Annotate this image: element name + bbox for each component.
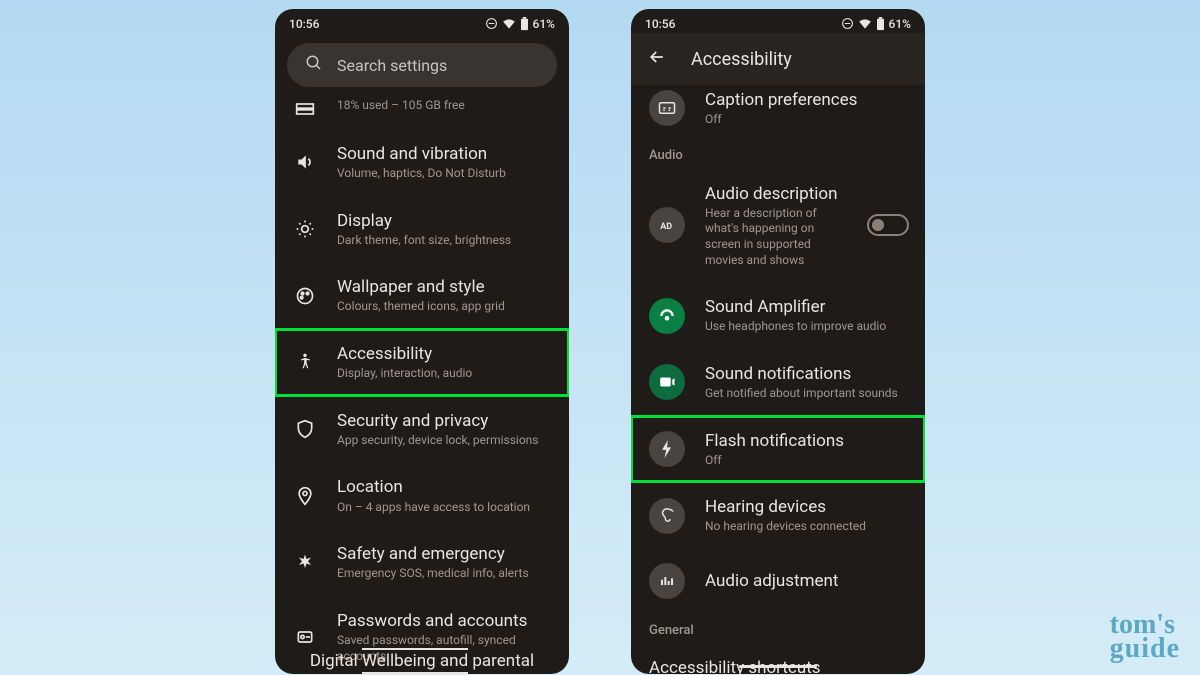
audio-description-icon: AD	[649, 207, 685, 243]
sound-amplifier-icon	[649, 298, 685, 334]
setting-item-display[interactable]: Display Dark theme, font size, brightnes…	[275, 196, 569, 263]
search-settings[interactable]: Search settings	[287, 43, 557, 87]
setting-title: Location	[337, 476, 553, 498]
setting-item-flash-notifications[interactable]: Flash notifications Off	[631, 416, 925, 483]
setting-item-hearing-devices[interactable]: Hearing devices No hearing devices conne…	[631, 482, 925, 549]
phone-settings-main: 10:56 61% Search settings 18% used – 105…	[275, 9, 569, 674]
setting-item-captions[interactable]: Caption preferences Off	[631, 85, 925, 138]
setting-title: Sound Amplifier	[705, 296, 909, 318]
setting-subtitle: Use headphones to improve audio	[705, 319, 909, 335]
setting-subtitle: No hearing devices connected	[705, 519, 909, 535]
status-icons: 61%	[485, 17, 555, 31]
status-time: 10:56	[289, 17, 319, 31]
setting-item-audio-description[interactable]: AD Audio description Hear a description …	[631, 169, 925, 282]
setting-title: Audio description	[705, 183, 847, 205]
setting-item-sound-notifications[interactable]: Sound notifications Get notified about i…	[631, 349, 925, 416]
setting-subtitle: Emergency SOS, medical info, alerts	[337, 566, 553, 582]
status-time: 10:56	[645, 17, 675, 31]
location-icon	[293, 484, 317, 508]
section-header-audio: Audio	[631, 138, 925, 169]
setting-title: Sound notifications	[705, 363, 909, 385]
setting-subtitle: Off	[705, 112, 909, 128]
search-icon	[305, 54, 323, 76]
brightness-icon	[293, 217, 317, 241]
status-bar: 10:56 61%	[275, 9, 569, 33]
setting-title: Flash notifications	[705, 430, 909, 452]
setting-title: Accessibility	[337, 343, 553, 365]
setting-item-digital-wellbeing[interactable]: Digital Wellbeing and parental	[275, 648, 569, 674]
setting-item-accessibility-shortcuts[interactable]: Accessibility shortcuts	[631, 644, 925, 674]
setting-item-wallpaper[interactable]: Wallpaper and style Colours, themed icon…	[275, 262, 569, 329]
setting-title: Passwords and accounts	[337, 610, 553, 632]
setting-item-sound[interactable]: Sound and vibration Volume, haptics, Do …	[275, 129, 569, 196]
setting-subtitle: Off	[705, 453, 909, 469]
setting-title: Display	[337, 210, 553, 232]
setting-item-location[interactable]: Location On – 4 apps have access to loca…	[275, 462, 569, 529]
setting-item-storage[interactable]: 18% used – 105 GB free	[275, 97, 569, 129]
settings-list: 18% used – 105 GB free Sound and vibrati…	[275, 97, 569, 674]
setting-subtitle: App security, device lock, permissions	[337, 433, 553, 449]
status-icons: 61%	[841, 17, 911, 31]
setting-subtitle: Dark theme, font size, brightness	[337, 233, 553, 249]
setting-subtitle: Display, interaction, audio	[337, 366, 553, 382]
accessibility-icon	[293, 350, 317, 374]
setting-title: Caption preferences	[705, 89, 909, 111]
flash-icon	[649, 431, 685, 467]
phone-accessibility: 10:56 61% Accessibility Caption preferen…	[631, 9, 925, 674]
palette-icon	[293, 284, 317, 308]
setting-subtitle: Colours, themed icons, app grid	[337, 299, 553, 315]
dnd-icon	[841, 17, 854, 30]
wifi-icon	[858, 18, 872, 30]
setting-item-sound-amplifier[interactable]: Sound Amplifier Use headphones to improv…	[631, 282, 925, 349]
battery-icon	[876, 17, 885, 31]
setting-title: Security and privacy	[337, 410, 553, 432]
setting-title: Sound and vibration	[337, 143, 553, 165]
setting-subtitle: 18% used – 105 GB free	[337, 98, 553, 114]
back-icon[interactable]	[647, 47, 667, 71]
watermark: tom's guide	[1110, 613, 1180, 661]
volume-icon	[293, 150, 317, 174]
gesture-bar[interactable]	[739, 665, 817, 668]
setting-subtitle: Volume, haptics, Do Not Disturb	[337, 166, 553, 182]
shield-icon	[293, 417, 317, 441]
setting-item-accessibility[interactable]: Accessibility Display, interaction, audi…	[275, 329, 569, 396]
setting-title: Wallpaper and style	[337, 276, 553, 298]
setting-item-safety[interactable]: Safety and emergency Emergency SOS, medi…	[275, 529, 569, 596]
audio-description-toggle[interactable]	[867, 214, 909, 236]
setting-subtitle: Get notified about important sounds	[705, 386, 909, 402]
setting-subtitle: On – 4 apps have access to location	[337, 500, 553, 516]
sound-notifications-icon	[649, 364, 685, 400]
section-header-general: General	[631, 613, 925, 644]
setting-title: Hearing devices	[705, 496, 909, 518]
search-placeholder: Search settings	[337, 56, 447, 75]
emergency-icon	[293, 550, 317, 574]
setting-title: Safety and emergency	[337, 543, 553, 565]
battery-icon	[520, 17, 529, 31]
setting-item-security[interactable]: Security and privacy App security, devic…	[275, 396, 569, 463]
setting-subtitle: Hear a description of what's happening o…	[705, 206, 847, 268]
equalizer-icon	[649, 563, 685, 599]
storage-icon	[293, 97, 317, 121]
hearing-icon	[649, 498, 685, 534]
key-icon	[293, 625, 317, 649]
setting-title: Audio adjustment	[705, 570, 909, 592]
captions-icon	[649, 90, 685, 126]
page-title: Accessibility	[691, 49, 792, 70]
dnd-icon	[485, 17, 498, 30]
battery-percent: 61%	[533, 17, 555, 31]
app-bar: Accessibility	[631, 33, 925, 85]
setting-item-audio-adjustment[interactable]: Audio adjustment	[631, 549, 925, 613]
svg-text:AD: AD	[660, 222, 672, 232]
battery-percent: 61%	[889, 17, 911, 31]
status-bar: 10:56 61%	[631, 9, 925, 33]
wifi-icon	[502, 18, 516, 30]
